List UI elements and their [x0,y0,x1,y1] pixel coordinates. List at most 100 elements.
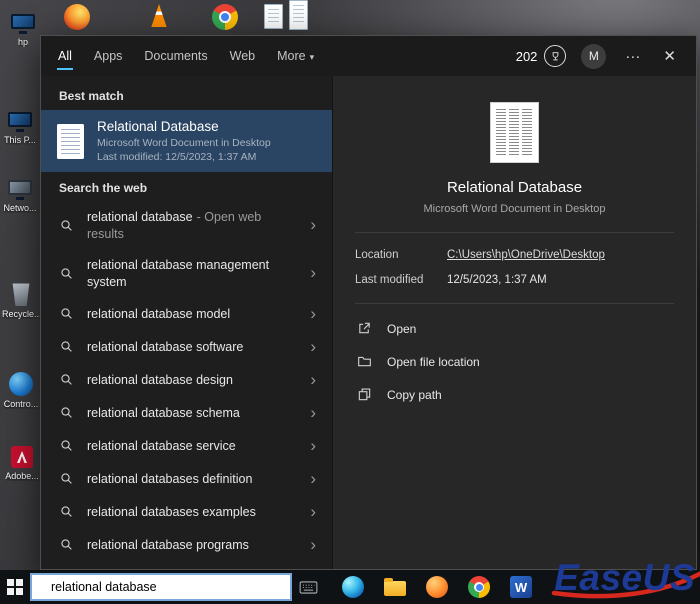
web-suggestion[interactable]: relational database schema › [41,397,332,430]
chevron-right-icon[interactable]: › [310,338,324,357]
web-suggestion[interactable]: relational database service › [41,430,332,463]
desktop-icon-label: Recycle... [2,309,40,319]
preview-panel: Relational Database Microsoft Word Docum… [332,76,696,569]
desktop-icon-adobe[interactable]: Adobe... [3,446,41,481]
search-icon [60,439,74,453]
more-options-icon[interactable]: ··· [621,46,644,67]
desktop-icon-hp[interactable]: hp [4,14,42,47]
chrome-taskbar-icon[interactable] [468,576,490,598]
word-taskbar-icon[interactable]: W [510,576,532,598]
vlc-icon[interactable] [147,4,171,27]
best-match-header: Best match [41,80,332,110]
open-action[interactable]: Open [355,312,674,345]
results-panel: Best match Relational Database Microsoft… [41,76,332,569]
search-icon [60,219,74,233]
start-button[interactable] [0,570,30,604]
search-icon [60,472,74,486]
word-letter: W [515,580,527,595]
desktop-icon-label: This P... [4,135,36,145]
search-icon [60,538,74,552]
web-suggestion[interactable]: relational database programs › [41,529,332,562]
rewards-button[interactable]: 202 [516,45,567,67]
web-suggestion[interactable]: relational database software › [41,331,332,364]
action-label: Open [387,322,416,336]
open-file-location-action[interactable]: Open file location [355,345,674,378]
word-document-icon [57,124,84,159]
chevron-right-icon[interactable]: › [310,264,324,283]
chevron-right-icon[interactable]: › [310,437,324,456]
touch-keyboard-icon[interactable] [299,581,318,594]
monitor-icon [11,14,35,29]
copy-path-action[interactable]: Copy path [355,378,674,411]
rewards-count: 202 [516,49,538,64]
control-panel-icon [9,372,33,396]
chevron-right-icon[interactable]: › [310,305,324,324]
suggestion-text: relational database service [87,439,236,453]
web-suggestion[interactable]: relational database management system › [41,250,332,298]
document-shortcut-icon[interactable] [289,0,308,30]
action-label: Copy path [387,388,442,402]
tab-web[interactable]: Web [229,37,256,75]
avatar-letter: M [589,49,599,63]
tab-apps[interactable]: Apps [93,37,124,75]
chevron-right-icon[interactable]: › [310,470,324,489]
document-shortcut-icon[interactable] [264,4,283,29]
tab-label: All [58,49,72,63]
best-match-title: Relational Database [97,119,271,134]
desktop-icon-network[interactable]: Netwo... [1,180,39,213]
tab-label: Web [230,49,255,63]
desktop-screen: hp This P... Netwo... Recycle... Contro.… [0,0,700,604]
suggestion-text: relational database [87,210,193,224]
folder-icon [357,354,373,369]
close-icon[interactable]: ✕ [659,45,680,67]
account-avatar[interactable]: M [581,44,606,69]
open-icon [357,321,373,336]
web-suggestion[interactable]: relational database- Open web results › [41,202,332,250]
search-content: Best match Relational Database Microsoft… [41,76,696,569]
suggestion-text: relational database design [87,373,233,387]
desktop-icon-recycle-bin[interactable]: Recycle... [2,282,40,319]
taskbar-search-input[interactable] [30,573,292,601]
search-icon [60,406,74,420]
search-icon [60,307,74,321]
chevron-right-icon[interactable]: › [310,216,324,235]
edge-taskbar-icon[interactable] [342,576,364,598]
file-info: Location C:\Users\hp\OneDrive\Desktop La… [355,249,674,286]
best-match-subtitle: Microsoft Word Document in Desktop [97,137,271,149]
tab-documents[interactable]: Documents [143,37,208,75]
tab-more[interactable]: More▾ [276,37,315,75]
desktop-icon-control-panel[interactable]: Contro... [2,372,40,409]
adobe-reader-icon [11,446,33,468]
desktop-icon-this-pc[interactable]: This P... [1,112,39,145]
chevron-right-icon[interactable]: › [310,503,324,522]
web-suggestion[interactable]: relational database design › [41,364,332,397]
web-suggestion[interactable]: relational database model › [41,298,332,331]
location-link[interactable]: C:\Users\hp\OneDrive\Desktop [447,249,605,261]
web-suggestion[interactable]: relational databases examples › [41,496,332,529]
firefox-icon[interactable] [64,4,90,30]
tab-all[interactable]: All [57,37,73,75]
location-label: Location [355,249,447,261]
windows-logo-icon [7,579,23,595]
search-icon [60,340,74,354]
chrome-icon[interactable] [212,4,238,30]
file-explorer-taskbar-icon[interactable] [384,581,406,596]
suggestion-text: relational databases definition [87,472,252,486]
chevron-right-icon[interactable]: › [310,371,324,390]
web-suggestion[interactable]: relational databases definition › [41,463,332,496]
desktop-icon-label: Contro... [4,399,39,409]
search-tab-bar: All Apps Documents Web More▾ 202 M ··· ✕ [41,36,696,76]
firefox-taskbar-icon[interactable] [426,576,448,598]
best-match-result[interactable]: Relational Database Microsoft Word Docum… [41,110,332,172]
chevron-right-icon[interactable]: › [310,404,324,423]
suggestion-text: relational databases examples [87,505,256,519]
divider [355,303,674,304]
tabbar-right-controls: 202 M ··· ✕ [516,44,680,69]
chevron-down-icon: ▾ [310,52,315,62]
desktop-icon-label: hp [18,37,28,47]
action-label: Open file location [387,355,480,369]
search-icon [60,505,74,519]
chevron-right-icon[interactable]: › [310,536,324,555]
last-modified-label: Last modified [355,274,447,286]
document-thumbnail [491,103,538,162]
